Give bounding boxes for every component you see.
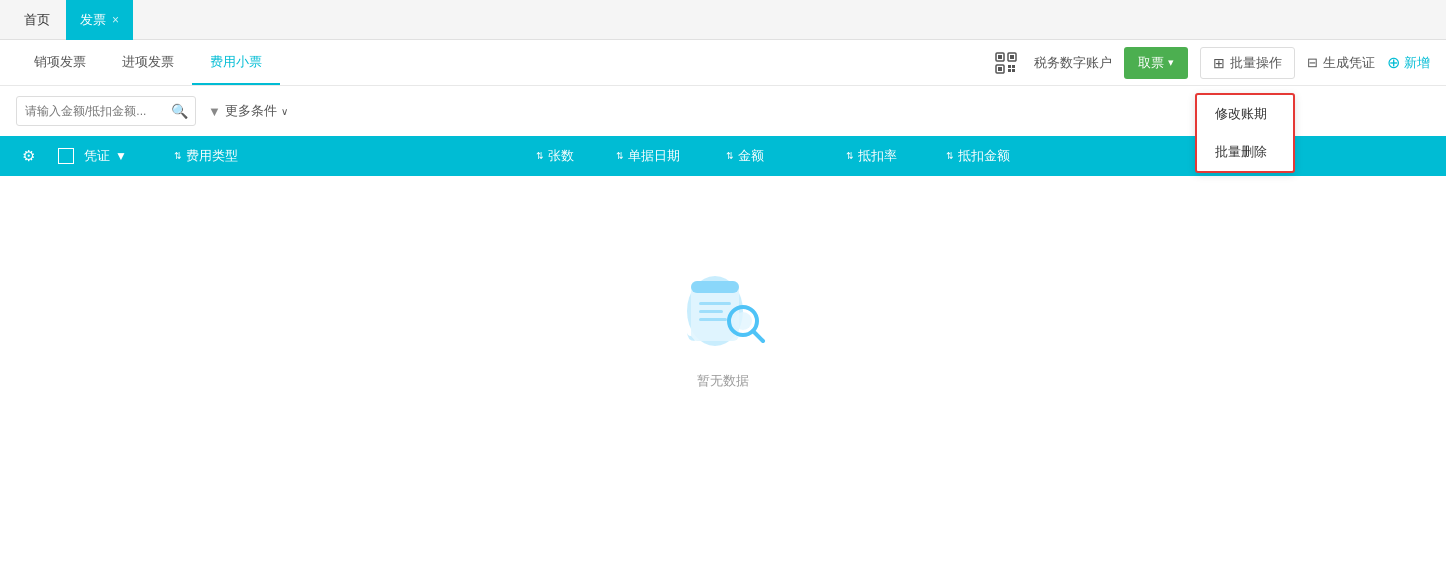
empty-state: 暂无数据 <box>0 176 1446 430</box>
th-date-sort: ⇅ <box>616 151 624 161</box>
header-checkbox[interactable] <box>58 148 74 164</box>
tab-sales-invoice[interactable]: 销项发票 <box>16 40 104 85</box>
batch-delete-item[interactable]: 批量删除 <box>1197 133 1293 171</box>
svg-point-17 <box>734 312 752 330</box>
th-amount-label: 金额 <box>738 147 764 165</box>
generate-voucher-button[interactable]: ⊟ 生成凭证 <box>1307 54 1375 72</box>
th-type: ⇅ 费用类型 <box>174 147 536 165</box>
th-deduct-label: 抵扣金额 <box>958 147 1010 165</box>
batch-label: 批量操作 <box>1230 54 1282 72</box>
batch-operations-wrap: ⊞ 批量操作 修改账期 批量删除 <box>1200 47 1295 79</box>
th-rate-label: 抵扣率 <box>858 147 897 165</box>
toolbar: 税务数字账户 取票 ▾ ⊞ 批量操作 修改账期 批量删除 ⊟ 生成凭证 ⊕ 新增 <box>990 47 1430 79</box>
take-label: 取票 <box>1138 54 1164 72</box>
svg-rect-6 <box>1008 65 1011 68</box>
add-button[interactable]: ⊕ 新增 <box>1387 53 1430 72</box>
th-date-label: 单据日期 <box>628 147 680 165</box>
top-nav: 首页 发票 × <box>0 0 1446 40</box>
more-filter-chevron: ∨ <box>281 106 288 117</box>
th-deduct: ⇅ 抵扣金额 <box>946 147 1076 165</box>
add-label: 新增 <box>1404 54 1430 72</box>
th-amount: ⇅ 金额 <box>726 147 846 165</box>
generate-icon: ⊟ <box>1307 55 1318 70</box>
nav-tab-label: 发票 <box>80 11 106 29</box>
th-checkbox[interactable] <box>48 148 84 164</box>
th-settings[interactable]: ⚙ <box>8 147 48 165</box>
th-voucher: 凭证 ▼ <box>84 147 174 165</box>
th-sort-up: ⇅ <box>174 151 182 161</box>
empty-state-text: 暂无数据 <box>697 372 749 390</box>
th-amount-sort: ⇅ <box>726 151 734 161</box>
tab-expense-receipt[interactable]: 费用小票 <box>192 40 280 85</box>
more-filter-label: 更多条件 <box>225 102 277 120</box>
search-wrap: 🔍 <box>16 96 196 126</box>
svg-rect-5 <box>998 67 1002 71</box>
th-count-sort: ⇅ <box>536 151 544 161</box>
modify-period-item[interactable]: 修改账期 <box>1197 95 1293 133</box>
svg-rect-8 <box>1008 69 1011 72</box>
svg-rect-7 <box>1012 65 1015 68</box>
tax-account-button[interactable]: 税务数字账户 <box>1034 54 1112 72</box>
svg-rect-1 <box>998 55 1002 59</box>
tab-sales-label: 销项发票 <box>34 53 86 71</box>
take-ticket-button[interactable]: 取票 ▾ <box>1124 47 1188 79</box>
empty-state-icon <box>673 256 773 356</box>
search-icon: 🔍 <box>171 103 188 119</box>
tab-purchase-invoice[interactable]: 进项发票 <box>104 40 192 85</box>
svg-rect-13 <box>699 302 731 305</box>
svg-rect-14 <box>699 310 723 313</box>
nav-home[interactable]: 首页 <box>12 11 62 29</box>
sub-tabs-left: 销项发票 进项发票 费用小票 <box>16 40 280 85</box>
tab-expense-label: 费用小票 <box>210 53 262 71</box>
batch-dropdown-menu: 修改账期 批量删除 <box>1195 93 1295 173</box>
svg-rect-9 <box>1012 69 1015 72</box>
sub-tabs-bar: 销项发票 进项发票 费用小票 税务数字账户 取票 <box>0 40 1446 86</box>
batch-operations-button[interactable]: ⊞ 批量操作 <box>1200 47 1295 79</box>
nav-tab-invoice[interactable]: 发票 × <box>66 0 133 40</box>
th-type-label: 费用类型 <box>186 147 238 165</box>
th-voucher-label: 凭证 <box>84 147 110 165</box>
take-chevron-icon: ▾ <box>1168 56 1174 69</box>
th-date: ⇅ 单据日期 <box>616 147 726 165</box>
svg-rect-15 <box>699 318 727 321</box>
th-rate: ⇅ 抵扣率 <box>846 147 946 165</box>
filter-icon: ▼ <box>208 104 221 119</box>
add-icon: ⊕ <box>1387 53 1400 72</box>
svg-line-18 <box>753 331 763 341</box>
tab-purchase-label: 进项发票 <box>122 53 174 71</box>
qr-code-button[interactable] <box>990 47 1022 79</box>
generate-label: 生成凭证 <box>1323 54 1375 72</box>
th-count: ⇅ 张数 <box>536 147 616 165</box>
svg-rect-3 <box>1010 55 1014 59</box>
more-filter-button[interactable]: ▼ 更多条件 ∨ <box>208 102 288 120</box>
th-rate-sort: ⇅ <box>846 151 854 161</box>
th-count-label: 张数 <box>548 147 574 165</box>
search-input[interactable] <box>25 104 165 118</box>
svg-rect-12 <box>691 281 739 293</box>
batch-icon: ⊞ <box>1213 55 1225 71</box>
th-deduct-sort: ⇅ <box>946 151 954 161</box>
voucher-filter-icon[interactable]: ▼ <box>115 149 127 163</box>
settings-icon: ⚙ <box>22 147 35 165</box>
qr-icon <box>995 52 1017 74</box>
nav-tab-close-icon[interactable]: × <box>112 13 119 27</box>
